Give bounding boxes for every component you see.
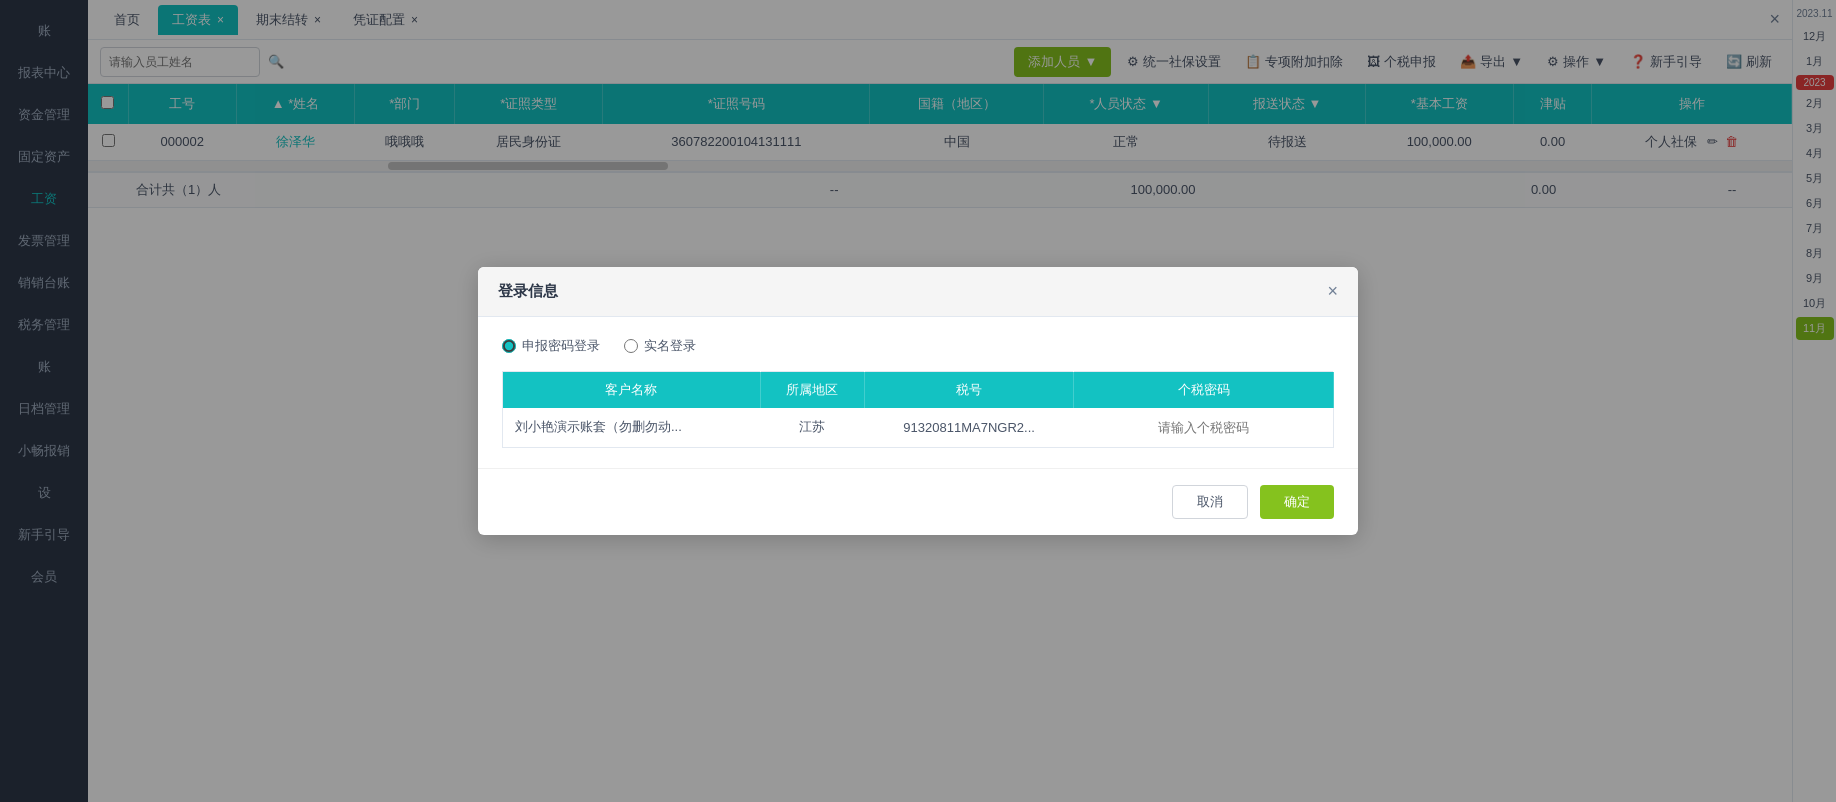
modal-client-table: 客户名称 所属地区 税号 个税密码 刘小艳演示账套（勿删勿动... 江苏 913…	[502, 371, 1334, 448]
confirm-button[interactable]: 确定	[1260, 485, 1334, 519]
modal-col-tax-num: 税号	[864, 372, 1074, 408]
radio-realname-label: 实名登录	[644, 337, 696, 355]
modal-col-password: 个税密码	[1074, 372, 1334, 408]
modal-table-row: 刘小艳演示账套（勿删勿动... 江苏 91320811MA7NGR2...	[503, 408, 1334, 448]
modal-col-client: 客户名称	[503, 372, 761, 408]
radio-realname-login[interactable]: 实名登录	[624, 337, 696, 355]
cancel-button[interactable]: 取消	[1172, 485, 1248, 519]
tax-password-input[interactable]	[1086, 420, 1321, 435]
modal-header: 登录信息 ×	[478, 267, 1358, 317]
modal-close-btn[interactable]: ×	[1327, 281, 1338, 302]
radio-group: 申报密码登录 实名登录	[502, 337, 1334, 355]
client-region: 江苏	[760, 408, 864, 448]
radio-password-label: 申报密码登录	[522, 337, 600, 355]
tax-password-cell[interactable]	[1074, 408, 1334, 448]
client-name: 刘小艳演示账套（勿删勿动...	[503, 408, 761, 448]
modal-overlay: 登录信息 × 申报密码登录 实名登录 客户名称 所属地区	[0, 0, 1836, 802]
radio-password-input[interactable]	[502, 339, 516, 353]
modal-title: 登录信息	[498, 282, 558, 301]
modal-body: 申报密码登录 实名登录 客户名称 所属地区 税号 个税密码	[478, 317, 1358, 468]
radio-realname-input[interactable]	[624, 339, 638, 353]
modal-footer: 取消 确定	[478, 468, 1358, 535]
radio-password-login[interactable]: 申报密码登录	[502, 337, 600, 355]
login-modal: 登录信息 × 申报密码登录 实名登录 客户名称 所属地区	[478, 267, 1358, 535]
modal-col-region: 所属地区	[760, 372, 864, 408]
client-tax-number: 91320811MA7NGR2...	[864, 408, 1074, 448]
